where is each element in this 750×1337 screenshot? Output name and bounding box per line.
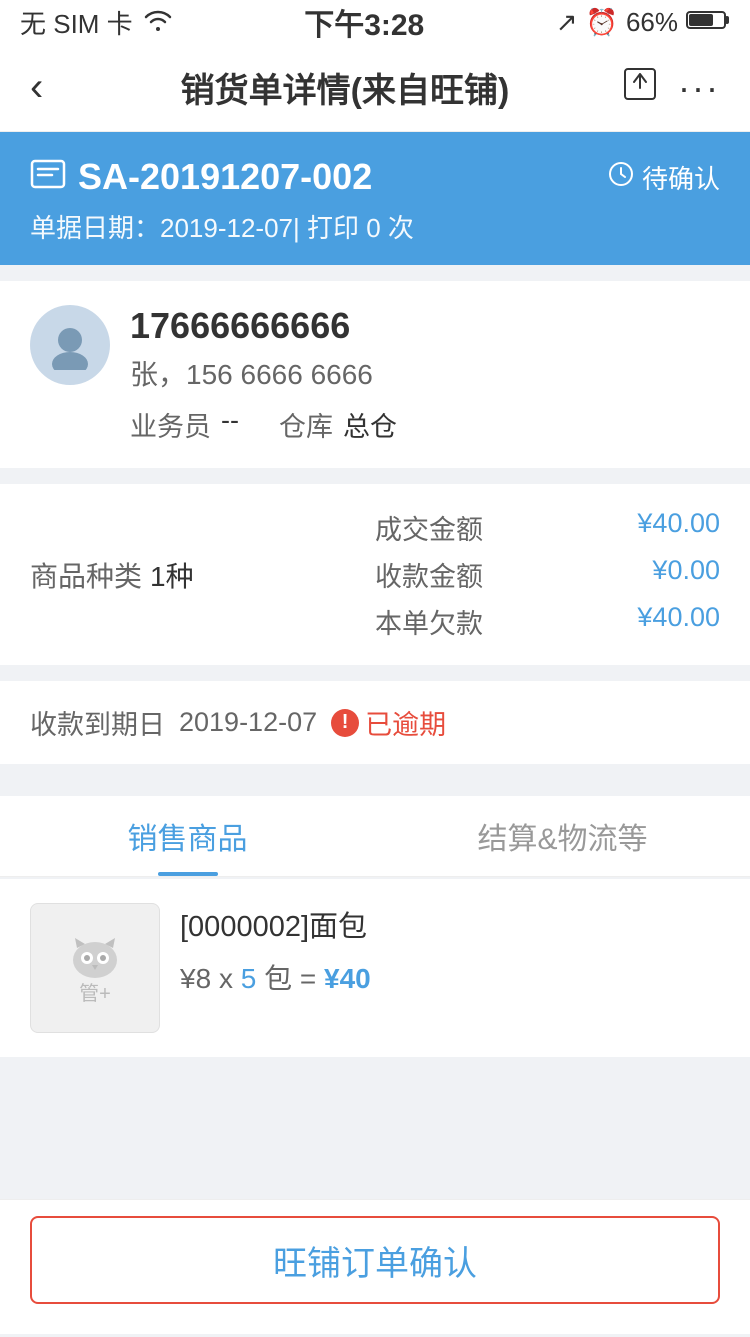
avatar <box>30 305 110 385</box>
confirm-order-button[interactable]: 旺铺订单确认 <box>30 1216 720 1304</box>
customer-info: 17666666666 张，156 6666 6666 业务员 -- 仓库 总仓 <box>130 305 720 444</box>
battery-label: 66% <box>626 7 678 38</box>
order-header: SA-20191207-002 待确认 单据日期：2019-12-07| 打印 … <box>0 132 750 265</box>
location-icon: ↗ <box>556 7 578 38</box>
tab-sales-goods[interactable]: 销售商品 <box>0 796 375 876</box>
due-section: 收款到期日 2019-12-07 ! 已逾期 <box>0 681 750 764</box>
page-title: 销货单详情(来自旺铺) <box>90 63 600 112</box>
due-date-label: 收款到期日 <box>30 703 165 742</box>
goods-type-value: 1种 <box>150 555 194 595</box>
overdue-badge: ! 已逾期 <box>331 703 446 742</box>
order-icon <box>30 156 66 198</box>
goods-type-label: 商品种类 <box>30 555 142 595</box>
status-right: ↗ ⏰ 66% <box>556 7 730 38</box>
summary-left: 商品种类 1种 <box>30 508 375 641</box>
transaction-row: 成交金额 ¥40.00 <box>375 508 720 547</box>
tab-settlement[interactable]: 结算&物流等 <box>375 796 750 876</box>
product-logo: 管+ <box>65 932 125 1004</box>
salesperson-label: 业务员 <box>130 405 211 444</box>
customer-card: 17666666666 张，156 6666 6666 业务员 -- 仓库 总仓 <box>0 281 750 468</box>
customer-section: 17666666666 张，156 6666 6666 业务员 -- 仓库 总仓 <box>30 305 720 444</box>
order-header-top: SA-20191207-002 待确认 <box>30 156 720 198</box>
tabs-row: 销售商品 结算&物流等 <box>0 796 750 876</box>
customer-meta: 业务员 -- 仓库 总仓 <box>130 405 720 444</box>
overdue-text: 已逾期 <box>365 703 446 742</box>
share-icon[interactable] <box>622 66 658 109</box>
customer-phone: 17666666666 <box>130 305 720 347</box>
salesperson-item: 业务员 -- <box>130 405 239 444</box>
summary-section: 商品种类 1种 成交金额 ¥40.00 收款金额 ¥0.00 本单欠款 ¥40.… <box>0 484 750 665</box>
divider-1 <box>0 468 750 484</box>
battery-icon <box>686 7 730 38</box>
order-date-info: 单据日期：2019-12-07| 打印 0 次 <box>30 208 720 245</box>
nav-bar: ‹ 销货单详情(来自旺铺) ··· <box>0 44 750 132</box>
clock-icon <box>608 161 634 194</box>
summary-right: 成交金额 ¥40.00 收款金额 ¥0.00 本单欠款 ¥40.00 <box>375 508 720 641</box>
order-id: SA-20191207-002 <box>30 156 372 198</box>
warehouse-label: 仓库 <box>279 405 333 444</box>
payment-amount: ¥0.00 <box>652 555 720 594</box>
more-icon[interactable]: ··· <box>678 67 720 109</box>
warehouse-value: 总仓 <box>343 405 397 444</box>
product-item: 管+ [0000002]面包 ¥8 x 5 包 = ¥40 <box>0 879 750 1057</box>
product-logo-text: 管+ <box>79 984 111 1004</box>
bottom-bar: 旺铺订单确认 <box>0 1199 750 1334</box>
divider-2 <box>0 665 750 681</box>
product-total: ¥40 <box>324 963 371 994</box>
status-left: 无 SIM 卡 <box>20 4 173 41</box>
tabs-section: 销售商品 结算&物流等 <box>0 796 750 877</box>
product-thumbnail: 管+ <box>30 903 160 1033</box>
product-price-line: ¥8 x 5 包 = ¥40 <box>180 957 720 997</box>
status-time: 下午3:28 <box>304 0 424 44</box>
salesperson-value: -- <box>221 405 239 444</box>
status-bar: 无 SIM 卡 下午3:28 ↗ ⏰ 66% <box>0 0 750 44</box>
transaction-amount: ¥40.00 <box>637 508 720 547</box>
back-button[interactable]: ‹ <box>30 65 90 110</box>
carrier-label: 无 SIM 卡 <box>20 4 133 41</box>
warehouse-item: 仓库 总仓 <box>279 405 397 444</box>
product-quantity: 5 <box>241 963 257 994</box>
owed-row: 本单欠款 ¥40.00 <box>375 602 720 641</box>
customer-name: 张，156 6666 6666 <box>130 353 720 393</box>
alarm-icon: ⏰ <box>586 7 618 38</box>
overdue-icon: ! <box>331 709 359 737</box>
due-date-value: 2019-12-07 <box>179 707 317 738</box>
divider-3 <box>0 764 750 780</box>
order-status: 待确认 <box>608 159 720 196</box>
wifi-icon <box>143 7 173 38</box>
product-name: [0000002]面包 <box>180 903 720 945</box>
nav-actions: ··· <box>600 66 720 109</box>
product-info: [0000002]面包 ¥8 x 5 包 = ¥40 <box>180 903 720 997</box>
owed-amount: ¥40.00 <box>637 602 720 641</box>
payment-row: 收款金额 ¥0.00 <box>375 555 720 594</box>
